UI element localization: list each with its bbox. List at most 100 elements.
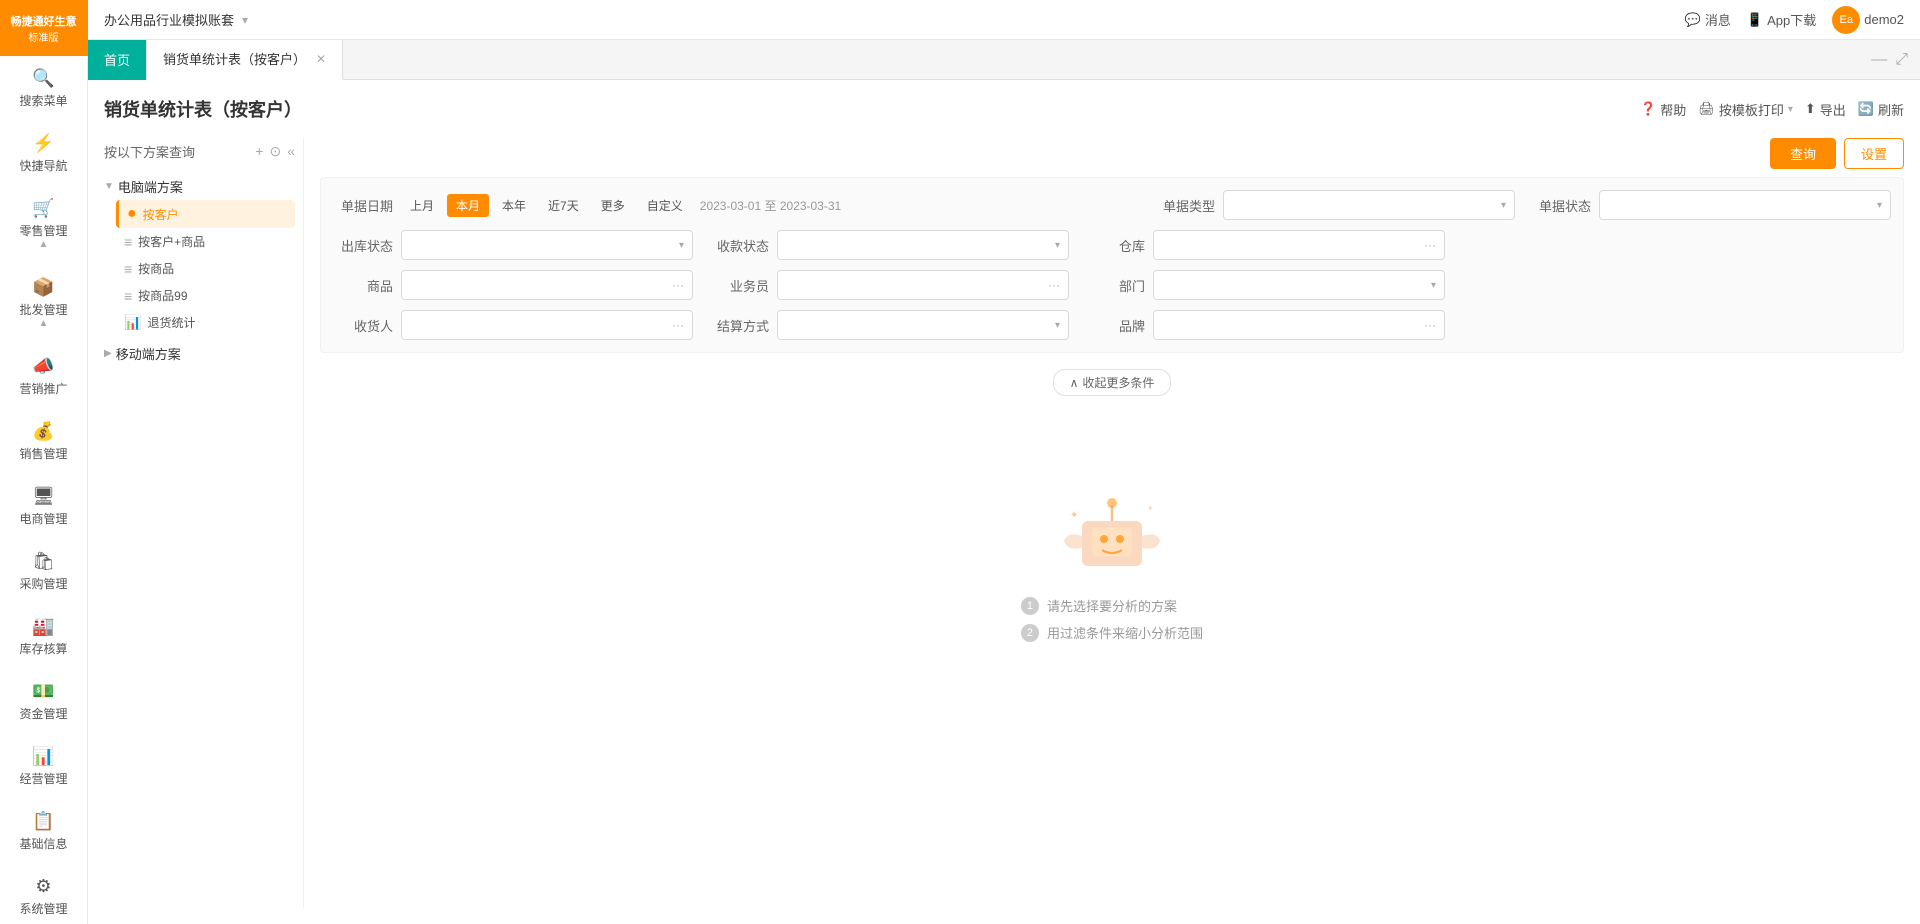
brand-dots[interactable]: ···	[1424, 318, 1436, 332]
tree-section-desktop: ▼ 电脑端方案 ● 按客户 ≡ 按客户+商品	[104, 173, 295, 336]
warehouse-select[interactable]: ···	[1153, 230, 1445, 260]
by-goods-label: 按商品	[138, 260, 174, 277]
empty-tip-2-text: 用过滤条件来缩小分析范围	[1047, 623, 1203, 642]
sidebar-item-basic-label: 基础信息	[19, 835, 67, 852]
tab-home[interactable]: 首页	[88, 40, 147, 80]
sidebar-item-operations[interactable]: 📊 经营管理	[0, 734, 87, 799]
warehouse-label: 仓库	[1085, 236, 1145, 255]
filter-col-goods: 商品 ···	[333, 270, 693, 300]
settings-scheme-icon[interactable]: ⊙	[269, 143, 281, 160]
settings-button[interactable]: 设置	[1844, 138, 1904, 169]
marketing-icon: 📣	[32, 356, 54, 377]
tree-item-return-stat[interactable]: 📊 退货统计	[116, 309, 295, 336]
collapse-panel-icon[interactable]: «	[287, 143, 295, 160]
sidebar-item-ecom[interactable]: 🖥 电商管理	[0, 474, 87, 539]
dept-arrow: ▾	[1431, 280, 1436, 291]
recipient-select[interactable]: ···	[401, 310, 693, 340]
tree-item-by-customer[interactable]: ● 按客户	[116, 200, 295, 228]
goods-dots[interactable]: ···	[672, 278, 684, 292]
sidebar-item-system[interactable]: ⚙ 系统管理	[0, 864, 87, 924]
date-last-month[interactable]: 上月	[401, 194, 443, 217]
goods-select[interactable]: ···	[401, 270, 693, 300]
collapse-btn[interactable]: ∧ 收起更多条件	[1053, 369, 1172, 396]
tab-sales-stat[interactable]: 销货单统计表（按客户） ✕	[147, 40, 343, 80]
sidebar-item-search[interactable]: 🔍 搜索菜单	[0, 56, 87, 121]
app-logo: 畅捷通好生意 标准版	[0, 0, 88, 56]
wholesale-icon: 📦	[32, 277, 54, 298]
doc-type-select[interactable]: ▾	[1223, 190, 1515, 220]
filter-col-out-status: 出库状态 ▾	[333, 230, 693, 260]
tree-item-by-customer-goods[interactable]: ≡ 按客户+商品	[116, 228, 295, 255]
tab-close-icon[interactable]: ✕	[316, 52, 326, 66]
by-customer-icon: ●	[127, 205, 137, 223]
salesperson-label: 业务员	[709, 276, 769, 295]
app-download-icon: 📱	[1747, 12, 1763, 28]
sidebar-item-finance[interactable]: 💵 资金管理	[0, 669, 87, 734]
salesperson-select[interactable]: ···	[777, 270, 1069, 300]
tab-maximize-icon[interactable]: ⤢	[1895, 51, 1908, 69]
tree-item-by-goods[interactable]: ≡ 按商品	[116, 255, 295, 282]
recipient-dots[interactable]: ···	[672, 318, 684, 332]
left-panel-icons: + ⊙ «	[255, 143, 295, 160]
industry-dropdown-icon[interactable]: ▾	[242, 13, 248, 27]
return-stat-label: 退货统计	[147, 314, 195, 331]
print-btn[interactable]: 🖨 按模板打印 ▾	[1698, 100, 1793, 119]
export-btn[interactable]: ⬆ 导出	[1805, 100, 1846, 119]
date-more[interactable]: 更多	[592, 194, 634, 217]
topbar-right: 💬 消息 📱 App下载 Ea demo2	[1685, 6, 1904, 34]
print-dropdown-icon: ▾	[1788, 104, 1793, 115]
sidebar-item-quick-nav[interactable]: ⚡ 快捷导航	[0, 121, 87, 186]
sidebar-item-ecom-label: 电商管理	[19, 510, 67, 527]
help-btn[interactable]: ❓ 帮助	[1640, 100, 1686, 119]
sidebar-item-inventory[interactable]: 🏭 库存核算	[0, 604, 87, 669]
svg-text:✦: ✦	[1147, 504, 1154, 513]
user-profile-btn[interactable]: Ea demo2	[1832, 6, 1904, 34]
avatar: Ea	[1832, 6, 1860, 34]
sidebar-item-retail[interactable]: 🛒 零售管理 ▲	[0, 186, 87, 265]
collect-status-select[interactable]: ▾	[777, 230, 1069, 260]
sidebar: 畅捷通好生意 标准版 🔍 搜索菜单 ⚡ 快捷导航 🛒 零售管理 ▲ 📦 批发管理…	[0, 0, 88, 924]
sidebar-item-quick-nav-label: 快捷导航	[19, 157, 67, 174]
sidebar-item-wholesale[interactable]: 📦 批发管理 ▲	[0, 265, 87, 344]
sidebar-item-wholesale-label: 批发管理	[19, 301, 67, 318]
date-last-7[interactable]: 近7天	[539, 194, 588, 217]
tab-minimize-icon[interactable]: —	[1871, 51, 1887, 69]
refresh-icon: 🔄	[1858, 101, 1874, 117]
tree-section-desktop-header[interactable]: ▼ 电脑端方案	[104, 173, 295, 200]
settlement-select[interactable]: ▾	[777, 310, 1069, 340]
by-customer-label: 按客户	[143, 206, 179, 223]
brand-select[interactable]: ···	[1153, 310, 1445, 340]
warehouse-dots[interactable]: ···	[1424, 238, 1436, 252]
sidebar-item-sales[interactable]: 💰 销售管理	[0, 409, 87, 474]
query-button[interactable]: 查询	[1770, 138, 1836, 169]
doc-status-select[interactable]: ▾	[1599, 190, 1891, 220]
sidebar-item-marketing[interactable]: 📣 营销推广	[0, 344, 87, 409]
salesperson-dots[interactable]: ···	[1048, 278, 1060, 292]
out-status-select[interactable]: ▾	[401, 230, 693, 260]
app-download-btn[interactable]: 📱 App下载	[1747, 10, 1816, 29]
help-icon: ❓	[1640, 101, 1656, 117]
add-scheme-icon[interactable]: +	[255, 143, 263, 160]
empty-tip-1: 1 请先选择要分析的方案	[1021, 596, 1203, 615]
filter-col-recipient: 收货人 ···	[333, 310, 693, 340]
date-current-month[interactable]: 本月	[447, 194, 489, 217]
date-custom[interactable]: 自定义	[638, 194, 692, 217]
by-goods-99-label: 按商品99	[138, 287, 187, 304]
dept-select[interactable]: ▾	[1153, 270, 1445, 300]
date-current-year[interactable]: 本年	[493, 194, 535, 217]
by-goods-99-icon: ≡	[124, 288, 132, 304]
message-btn[interactable]: 💬 消息	[1685, 10, 1731, 29]
date-quick-group: 上月 本月 本年 近7天 更多 自定义 2023-03-01 至 2023-03…	[401, 194, 841, 217]
finance-icon: 💵	[32, 681, 54, 702]
date-label: 单据日期	[333, 196, 393, 215]
refresh-btn[interactable]: 🔄 刷新	[1858, 100, 1904, 119]
sidebar-item-system-label: 系统管理	[19, 900, 67, 917]
ecom-icon: 🖥	[32, 486, 55, 507]
tree-item-by-goods-99[interactable]: ≡ 按商品99	[116, 282, 295, 309]
sidebar-item-purchase[interactable]: 🛍 采购管理	[0, 539, 87, 604]
sidebar-item-basic[interactable]: 📋 基础信息	[0, 799, 87, 864]
message-icon: 💬	[1685, 12, 1701, 28]
tip-num-1: 1	[1021, 597, 1039, 615]
tree-section-mobile-header[interactable]: ▶ 移动端方案	[104, 340, 295, 367]
right-panel: 查询 设置 单据日期 上月 本月 本年	[304, 138, 1904, 908]
